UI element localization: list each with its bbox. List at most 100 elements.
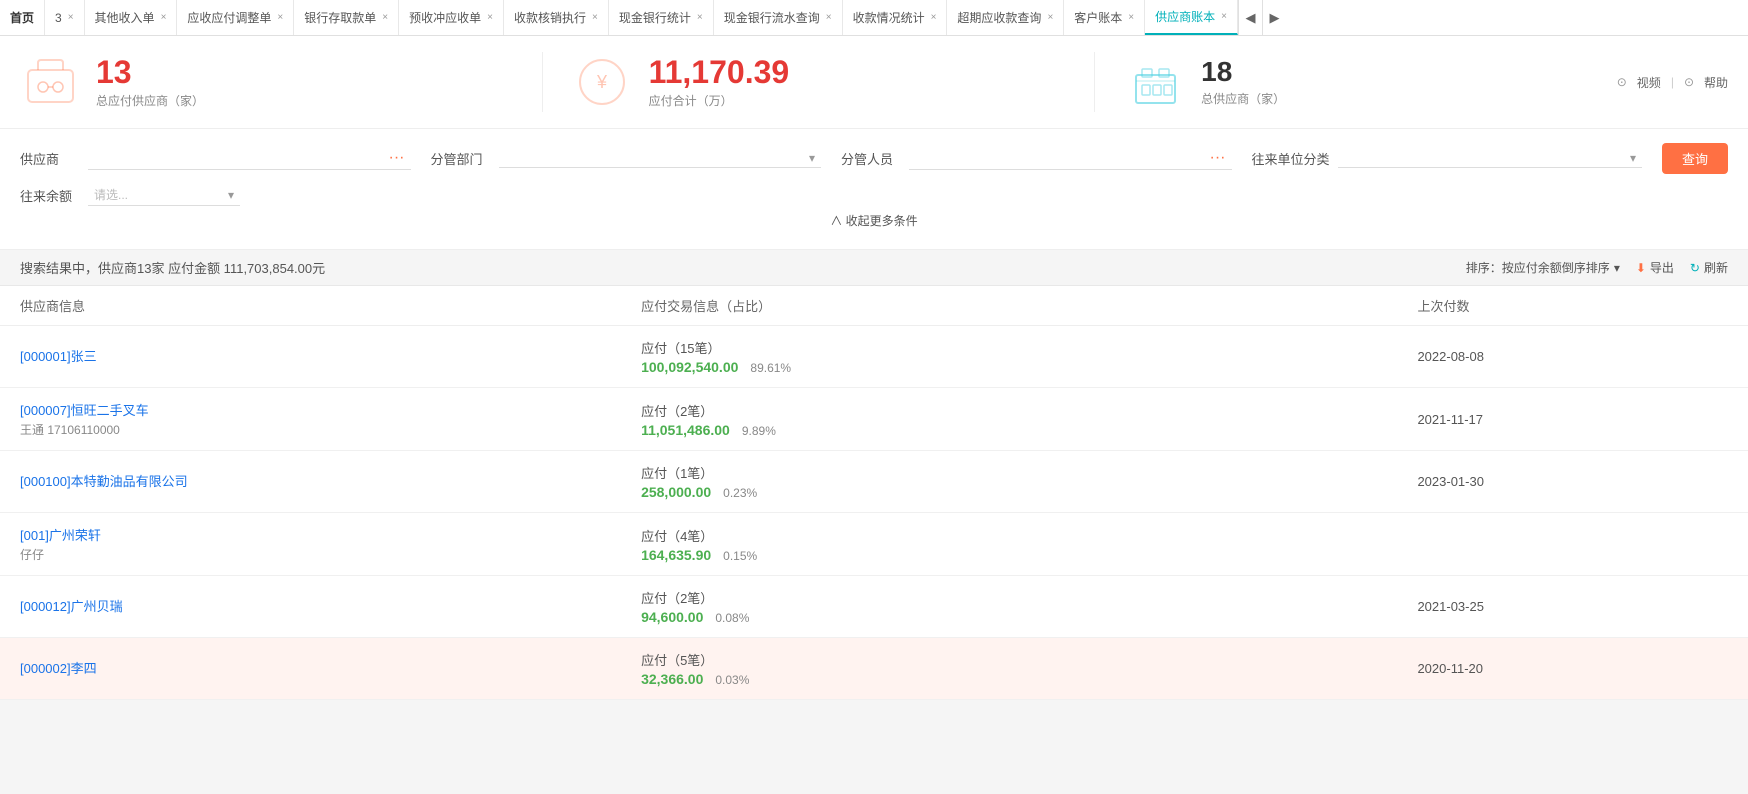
person-input[interactable] — [915, 151, 1210, 166]
nav-tab-customer-book[interactable]: 客户账本 × — [1064, 0, 1145, 35]
balance-filter-label: 往来余额 — [20, 186, 80, 205]
supplier-filter-label: 供应商 — [20, 149, 80, 168]
nav-tab-recv-verify-label: 收款核销执行 — [514, 9, 586, 26]
supplier-sub-2: 王通 17106110000 — [20, 421, 641, 438]
supplier-link-4[interactable]: [001]广州荣轩 — [20, 528, 101, 543]
last-pay-3: 2023-01-30 — [1417, 474, 1728, 489]
supplier-link-2[interactable]: [000007]恒旺二手叉车 — [20, 403, 149, 418]
dept-filter-label: 分管部门 — [431, 149, 491, 168]
nav-tab-customer-book-close[interactable]: × — [1128, 12, 1134, 23]
person-dots-icon[interactable]: ··· — [1210, 149, 1226, 167]
summary-divider-1 — [542, 52, 543, 112]
help-link[interactable]: 帮助 — [1704, 74, 1728, 91]
svg-text:¥: ¥ — [596, 72, 608, 92]
nav-tab-ar-adjust[interactable]: 应收应付调整单 × — [177, 0, 294, 35]
video-link[interactable]: 视频 — [1637, 74, 1661, 91]
person-filter-label: 分管人员 — [841, 149, 901, 168]
tx-amount-link-5[interactable]: 94,600.00 — [641, 609, 703, 625]
nav-tab-supplier-book-close[interactable]: × — [1221, 11, 1227, 22]
total-payable-suppliers-label: 总应付供应商（家） — [96, 92, 204, 109]
nav-tab-supplier-book[interactable]: 供应商账本 × — [1145, 0, 1238, 35]
tx-percent-3: 0.23% — [723, 486, 757, 500]
sort-dropdown[interactable]: 排序：按应付余额倒序排序 ▾ — [1466, 259, 1620, 276]
supplier-link-5[interactable]: [000012]广州贝瑞 — [20, 599, 123, 614]
nav-tab-recv-stat-close[interactable]: × — [931, 12, 937, 23]
person-input-wrap: ··· — [909, 147, 1232, 170]
supplier-info-3: [000100]本特勤油品有限公司 — [20, 471, 641, 492]
export-icon: ⬇ — [1636, 261, 1646, 275]
filter-balance: 往来余额 请选... ▾ — [20, 184, 240, 206]
top-right-links: ⊙ 视频 | ⊙ 帮助 — [1617, 74, 1728, 91]
supplier-link-3[interactable]: [000100]本特勤油品有限公司 — [20, 474, 188, 489]
nav-tab-recv-verify[interactable]: 收款核销执行 × — [504, 0, 609, 35]
tx-percent-6: 0.03% — [715, 673, 749, 687]
tx-info-6: 应付（5笔） 32,366.00 0.03% — [641, 650, 1417, 687]
supplier-input-wrap: ··· — [88, 147, 411, 170]
nav-tab-overdue-recv-close[interactable]: × — [1047, 12, 1053, 23]
supplier-input[interactable] — [94, 151, 389, 166]
result-bar: 搜索结果中，供应商13家 应付金额 111,703,854.00元 排序：按应付… — [0, 250, 1748, 286]
tx-amount-link-1[interactable]: 100,092,540.00 — [641, 359, 738, 375]
result-info-text: 搜索结果中，供应商13家 应付金额 111,703,854.00元 — [20, 258, 325, 277]
balance-chevron-icon: ▾ — [228, 188, 234, 202]
table-row: [000001]张三 应付（15笔） 100,092,540.00 89.61%… — [0, 326, 1748, 388]
supplier-info-5: [000012]广州贝瑞 — [20, 596, 641, 617]
tx-label-2: 应付（2笔） — [641, 401, 713, 420]
nav-tab-bank-close[interactable]: × — [382, 12, 388, 23]
summary-card-1-content: 13 总应付供应商（家） — [96, 56, 204, 109]
tx-percent-4: 0.15% — [723, 549, 757, 563]
supplier-dots-icon[interactable]: ··· — [389, 149, 405, 167]
nav-tab-pre-recv[interactable]: 预收冲应收单 × — [399, 0, 504, 35]
nav-tab-bank[interactable]: 银行存取款单 × — [294, 0, 399, 35]
nav-tab-3-label: 3 — [55, 11, 62, 25]
tx-percent-2: 9.89% — [742, 424, 776, 438]
filter-row-2: 往来余额 请选... ▾ — [20, 184, 1728, 206]
nav-tab-3-close[interactable]: × — [68, 12, 74, 23]
summary-divider-2 — [1094, 52, 1095, 112]
export-button[interactable]: ⬇ 导出 — [1636, 259, 1674, 276]
nav-tab-other-income[interactable]: 其他收入单 × — [85, 0, 178, 35]
refresh-button[interactable]: ↻ 刷新 — [1690, 259, 1728, 276]
nav-tab-home[interactable]: 首页 — [0, 0, 45, 35]
tx-amount-link-2[interactable]: 11,051,486.00 — [641, 422, 730, 438]
tx-amount-link-3[interactable]: 258,000.00 — [641, 484, 711, 500]
summary-card-total-suppliers: 18 总供应商（家） — [1125, 52, 1617, 112]
result-actions: 排序：按应付余额倒序排序 ▾ ⬇ 导出 ↻ 刷新 — [1466, 259, 1728, 276]
tx-amount-link-4[interactable]: 164,635.90 — [641, 547, 711, 563]
total-suppliers-label: 总供应商（家） — [1201, 90, 1285, 107]
nav-tab-ar-adjust-close[interactable]: × — [277, 12, 283, 23]
summary-icon-suppliers — [20, 52, 80, 112]
nav-tab-recv-stat[interactable]: 收款情况统计 × — [843, 0, 948, 35]
nav-tab-cash-flow-close[interactable]: × — [826, 12, 832, 23]
nav-tab-other-income-close[interactable]: × — [161, 12, 167, 23]
nav-arrow-right[interactable]: ▶ — [1262, 0, 1286, 35]
total-suppliers-number: 18 — [1201, 58, 1285, 86]
nav-tab-3[interactable]: 3 × — [45, 0, 85, 35]
help-icon: ⊙ — [1684, 75, 1694, 89]
dept-select-wrap[interactable]: ▾ — [499, 149, 822, 168]
table-body: [000001]张三 应付（15笔） 100,092,540.00 89.61%… — [0, 326, 1748, 700]
supplier-info-4: [001]广州荣轩 仔仔 — [20, 525, 641, 563]
category-filter-label: 往来单位分类 — [1252, 149, 1330, 168]
export-label: 导出 — [1650, 259, 1674, 276]
supplier-link-1[interactable]: [000001]张三 — [20, 349, 97, 364]
summary-section: 13 总应付供应商（家） ¥ 11,170.39 应付合计（万） — [0, 36, 1748, 129]
search-button[interactable]: 查询 — [1662, 143, 1728, 174]
tx-label-3: 应付（1笔） — [641, 463, 713, 482]
nav-tab-cash-flow[interactable]: 现金银行流水查询 × — [714, 0, 843, 35]
tx-amount-link-6[interactable]: 32,366.00 — [641, 671, 703, 687]
nav-tab-cash-stat-close[interactable]: × — [697, 12, 703, 23]
summary-card-2-content: 11,170.39 应付合计（万） — [649, 56, 790, 109]
balance-select-wrap[interactable]: 请选... ▾ — [88, 184, 240, 206]
nav-tab-recv-verify-close[interactable]: × — [592, 12, 598, 23]
supplier-info-1: [000001]张三 — [20, 346, 641, 367]
collapse-bar[interactable]: ∧ 收起更多条件 — [20, 206, 1728, 235]
supplier-link-6[interactable]: [000002]李四 — [20, 661, 97, 676]
nav-tab-cash-stat[interactable]: 现金银行统计 × — [609, 0, 714, 35]
total-payable-amount-number: 11,170.39 — [649, 56, 790, 88]
category-select-wrap[interactable]: ▾ — [1338, 149, 1642, 168]
nav-arrow-left[interactable]: ◀ — [1238, 0, 1262, 35]
table-row: [000002]李四 应付（5笔） 32,366.00 0.03% 2020-1… — [0, 638, 1748, 700]
nav-tab-overdue-recv[interactable]: 超期应收款查询 × — [947, 0, 1064, 35]
nav-tab-pre-recv-close[interactable]: × — [487, 12, 493, 23]
